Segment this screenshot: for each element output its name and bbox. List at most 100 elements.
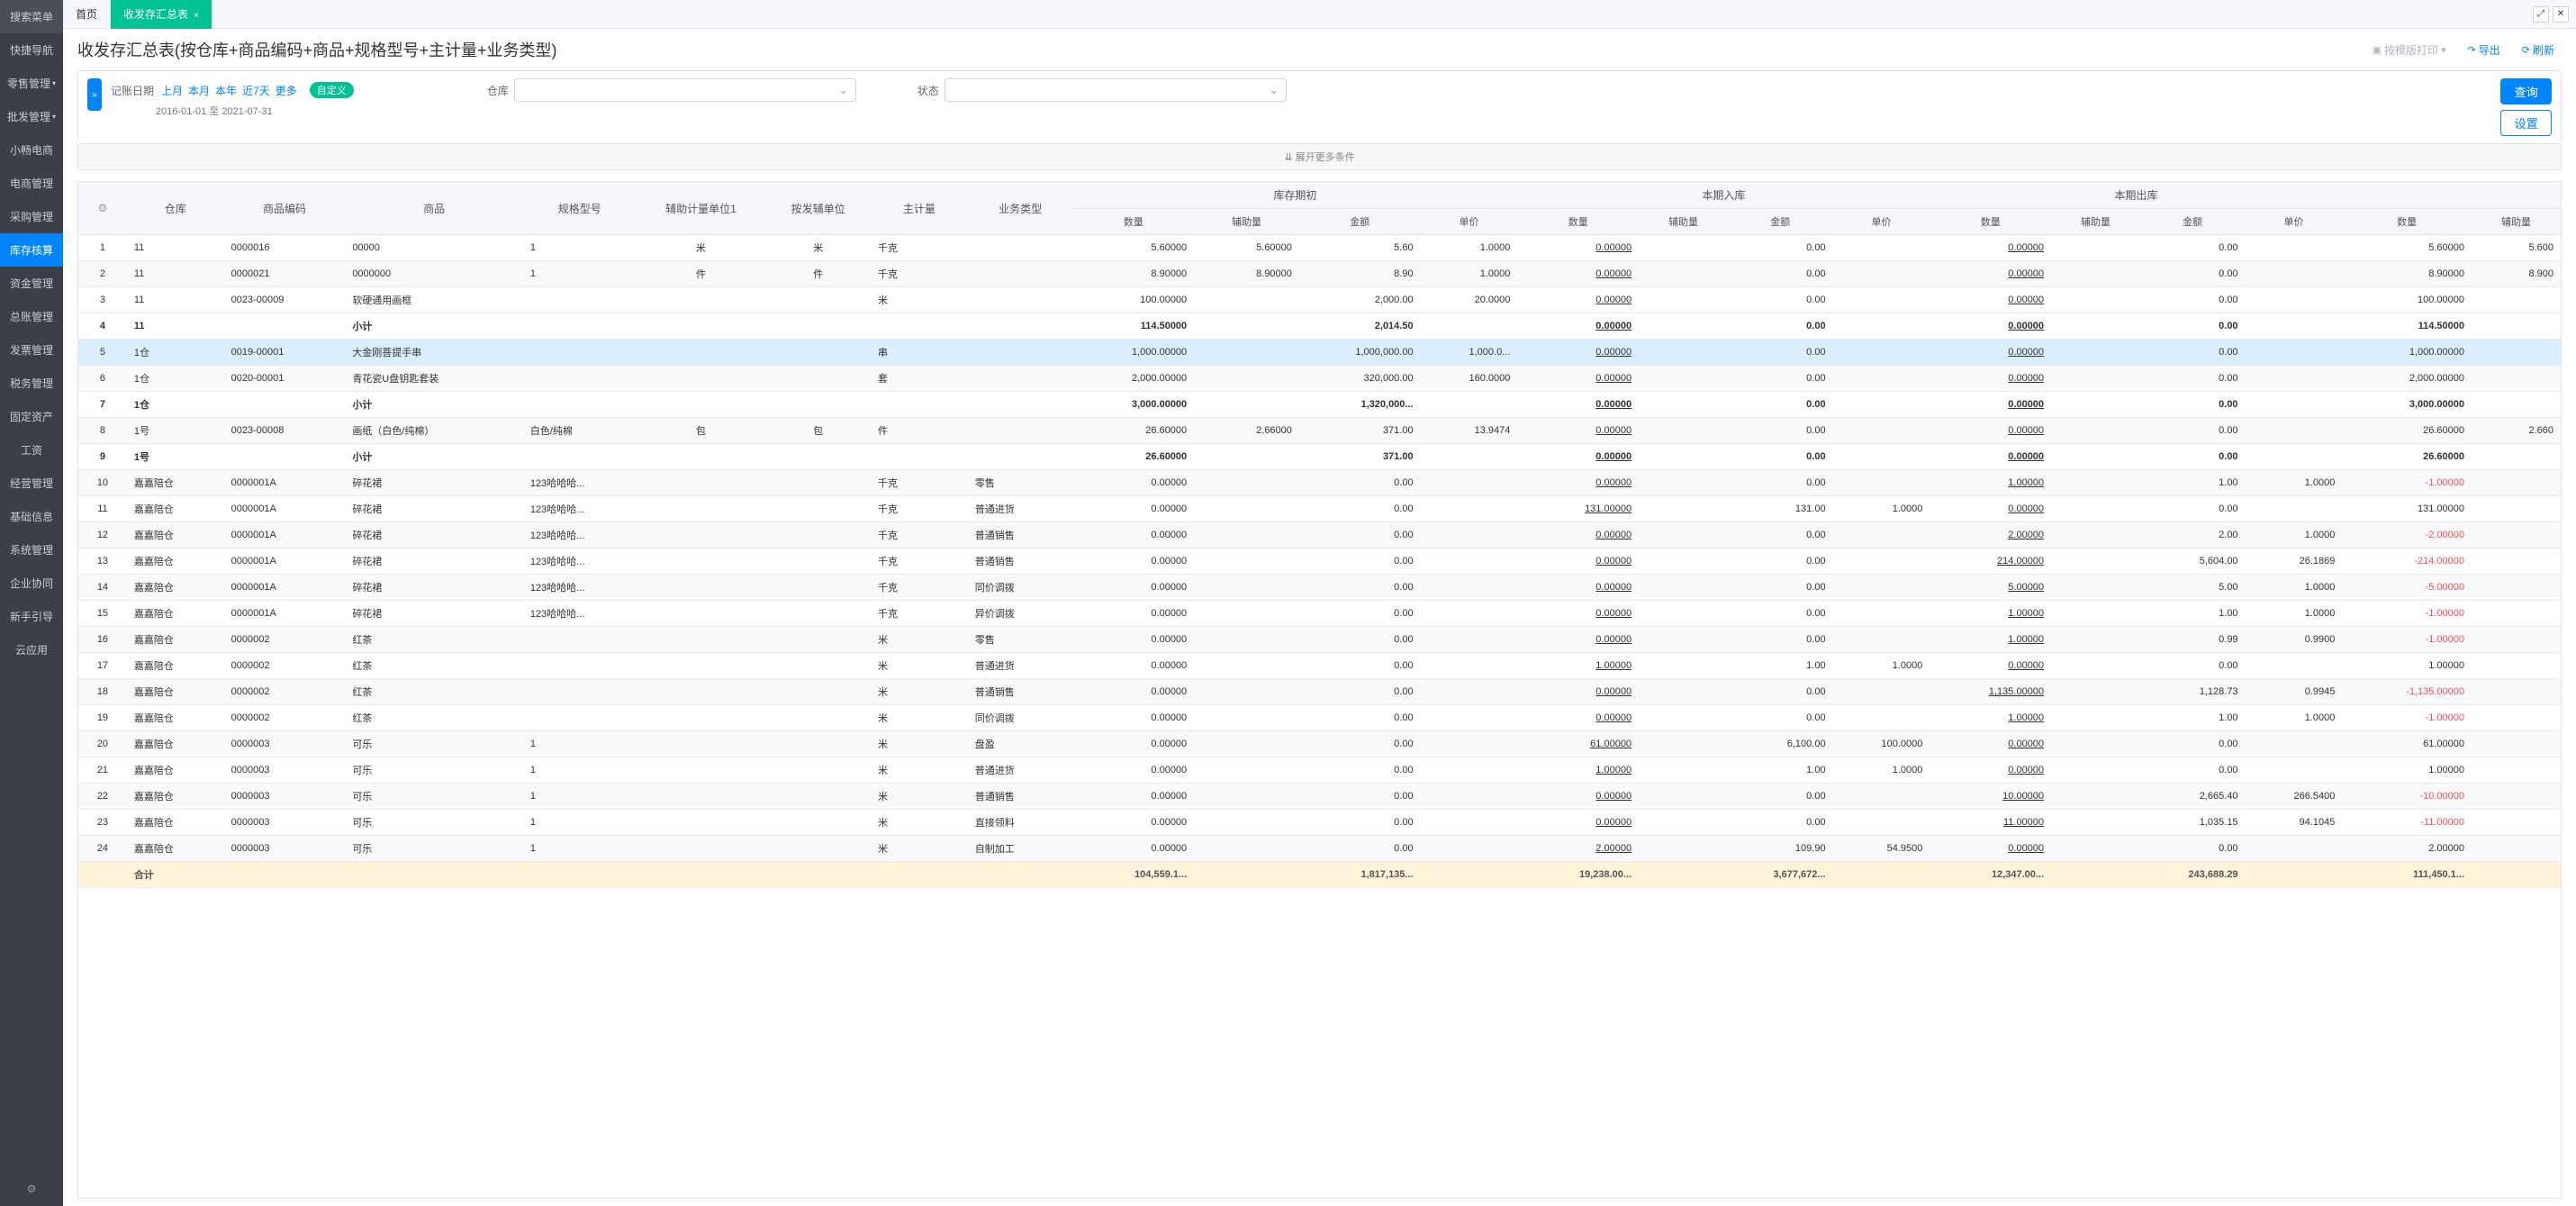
table-row[interactable]: 411小计114.500002,014.500.000000.000.00000… [78, 313, 2561, 340]
cell [765, 679, 871, 705]
table-row[interactable]: 71仓小计3,000.000001,320,000...0.000000.000… [78, 392, 2561, 418]
sidebar-item-1[interactable]: 快捷导航 [0, 33, 63, 67]
sidebar-item-3[interactable]: 批发管理▾ [0, 100, 63, 133]
sidebar-item-18[interactable]: 新手引导 [0, 600, 63, 633]
sidebar-item-13[interactable]: 工资 [0, 433, 63, 467]
cell [1639, 836, 1728, 862]
sub-header-5: 辅助量 [1639, 209, 1728, 235]
sidebar-item-7[interactable]: 库存核算 [0, 233, 63, 267]
refresh-button[interactable]: ⟳ 刷新 [2515, 39, 2562, 61]
cell [1194, 470, 1299, 496]
cell: 6,100.00 [1728, 731, 1833, 757]
cell: 0.00000 [1930, 235, 2051, 261]
sidebar-item-6[interactable]: 采购管理 [0, 200, 63, 233]
table-row[interactable]: 11嘉嘉陪仓0000001A碎花裙123哈哈哈...千克普通进货0.000000… [78, 496, 2561, 522]
cell: 0000002 [224, 705, 346, 731]
table-row[interactable]: 1110000016000001米米千克5.600005.600005.601.… [78, 235, 2561, 261]
table-row[interactable]: 3110023-00009软硬通用画框米100.000002,000.0020.… [78, 287, 2561, 313]
table-row[interactable]: 91号小计26.60000371.000.000000.000.000000.0… [78, 444, 2561, 470]
table-row[interactable]: 81号0023-00008画纸（白色/纯棉）白色/纯棉包包件26.600002.… [78, 418, 2561, 444]
table-row[interactable]: 12嘉嘉陪仓0000001A碎花裙123哈哈哈...千克普通销售0.000000… [78, 522, 2561, 549]
table-row[interactable]: 24嘉嘉陪仓0000003可乐1米自制加工0.000000.002.000001… [78, 836, 2561, 862]
table-row[interactable]: 14嘉嘉陪仓0000001A碎花裙123哈哈哈...千克同价调拨0.000000… [78, 575, 2561, 601]
cell [1639, 653, 1728, 679]
cell: 软硬通用画框 [345, 287, 523, 313]
sidebar-item-14[interactable]: 经营管理 [0, 467, 63, 500]
collapse-filter-button[interactable]: » [87, 78, 102, 111]
print-template-button[interactable]: ▣ 按模版打印 ▾ [2365, 39, 2454, 61]
table-row[interactable]: 10嘉嘉陪仓0000001A碎花裙123哈哈哈...千克零售0.000000.0… [78, 470, 2561, 496]
cell [2051, 313, 2140, 340]
sidebar-item-10[interactable]: 发票管理 [0, 333, 63, 367]
cell: 大金刚菩提手串 [345, 340, 523, 366]
sidebar-item-2[interactable]: 零售管理▾ [0, 67, 63, 100]
table-row[interactable]: 13嘉嘉陪仓0000001A碎花裙123哈哈哈...千克普通销售0.000000… [78, 549, 2561, 575]
cell: 123哈哈哈... [523, 575, 637, 601]
table-container[interactable]: ⚙ 仓库 商品编码 商品 规格型号 辅助计量单位1 按发辅单位 主计量 业务类型… [77, 181, 2562, 1199]
cell: 0.00000 [1517, 261, 1639, 287]
sidebar-item-19[interactable]: 云应用 [0, 633, 63, 666]
table-row[interactable]: 15嘉嘉陪仓0000001A碎花裙123哈哈哈...千克异价调拨0.000000… [78, 601, 2561, 627]
fullscreen-icon[interactable]: ⤢ [2533, 6, 2549, 23]
cell: 0.00000 [1517, 287, 1639, 313]
table-row[interactable]: 51仓0019-00001大金刚菩提手串串1,000.000001,000,00… [78, 340, 2561, 366]
sidebar-item-5[interactable]: 电商管理 [0, 167, 63, 200]
table-row[interactable]: 61仓0020-00001青花瓷U盘钥匙套装套2,000.00000320,00… [78, 366, 2561, 392]
sidebar-item-15[interactable]: 基础信息 [0, 500, 63, 533]
date-quick-0[interactable]: 上月 [161, 85, 183, 97]
cell: 碎花裙 [345, 601, 523, 627]
export-button[interactable]: ↷ 导出 [2461, 39, 2508, 61]
cell: -10.00000 [2342, 784, 2472, 810]
table-row[interactable]: 17嘉嘉陪仓0000002红茶米普通进货0.000000.001.000001.… [78, 653, 2561, 679]
warehouse-label: 仓库 [487, 83, 514, 98]
query-button[interactable]: 查询 [2500, 78, 2552, 104]
custom-date-tag[interactable]: 自定义 [310, 82, 354, 98]
cell: 2,000.00 [1299, 287, 1421, 313]
sidebar-item-17[interactable]: 企业协同 [0, 567, 63, 600]
table-row[interactable]: 23嘉嘉陪仓0000003可乐1米直接领料0.000000.000.000000… [78, 810, 2561, 836]
cell [2472, 731, 2561, 757]
warehouse-select[interactable]: ⌄ [514, 78, 856, 102]
close-icon[interactable]: × [194, 11, 199, 21]
table-row[interactable]: 22嘉嘉陪仓0000003可乐1米普通销售0.000000.000.000000… [78, 784, 2561, 810]
close-all-icon[interactable]: ✕ [2553, 6, 2569, 23]
cell [2051, 261, 2140, 287]
col-gear[interactable]: ⚙ [78, 182, 127, 235]
table-row[interactable]: 211000002100000001件件千克8.900008.900008.90… [78, 261, 2561, 287]
table-row[interactable]: 21嘉嘉陪仓0000003可乐1米普通进货0.000000.001.000001… [78, 757, 2561, 784]
cell [1833, 575, 1930, 601]
cell [2051, 705, 2140, 731]
cell: 214.00000 [1930, 549, 2051, 575]
sidebar-item-9[interactable]: 总账管理 [0, 300, 63, 333]
cell: 普通销售 [968, 784, 1073, 810]
cell [2472, 757, 2561, 784]
date-quick-2[interactable]: 本年 [215, 85, 237, 97]
gear-icon[interactable]: ⚙ [27, 1183, 37, 1195]
date-quick-3[interactable]: 近7天 [242, 85, 270, 97]
total-out-amt: 243,688.29 [2140, 862, 2246, 888]
cell: 千克 [871, 549, 968, 575]
table-row[interactable]: 16嘉嘉陪仓0000002红茶米零售0.000000.000.000000.00… [78, 627, 2561, 653]
sidebar-item-0[interactable]: 搜索菜单 [0, 0, 63, 33]
sidebar-item-12[interactable]: 固定资产 [0, 400, 63, 433]
sidebar-item-11[interactable]: 税务管理 [0, 367, 63, 400]
expand-more-button[interactable]: ⇊ 展开更多条件 [77, 144, 2562, 170]
cell: 小计 [345, 444, 523, 470]
date-quick-1[interactable]: 本月 [188, 85, 210, 97]
tab-0[interactable]: 首页 [63, 0, 111, 29]
sidebar-item-4[interactable]: 小畅电商 [0, 133, 63, 167]
settings-button[interactable]: 设置 [2500, 110, 2552, 136]
cell [765, 287, 871, 313]
table-row[interactable]: 20嘉嘉陪仓0000003可乐1米盘盈0.000000.0061.000006,… [78, 731, 2561, 757]
tab-1[interactable]: 收发存汇总表× [111, 0, 212, 29]
cell [1639, 366, 1728, 392]
cell: 1.0000 [1833, 496, 1930, 522]
table-row[interactable]: 18嘉嘉陪仓0000002红茶米普通销售0.000000.000.000000.… [78, 679, 2561, 705]
cell [765, 340, 871, 366]
sidebar-item-8[interactable]: 资金管理 [0, 267, 63, 300]
date-quick-4[interactable]: 更多 [276, 85, 297, 97]
table-row[interactable]: 19嘉嘉陪仓0000002红茶米同价调拨0.000000.000.000000.… [78, 705, 2561, 731]
sidebar-item-16[interactable]: 系统管理 [0, 533, 63, 567]
cell: 0023-00008 [224, 418, 346, 444]
status-select[interactable]: ⌄ [945, 78, 1287, 102]
